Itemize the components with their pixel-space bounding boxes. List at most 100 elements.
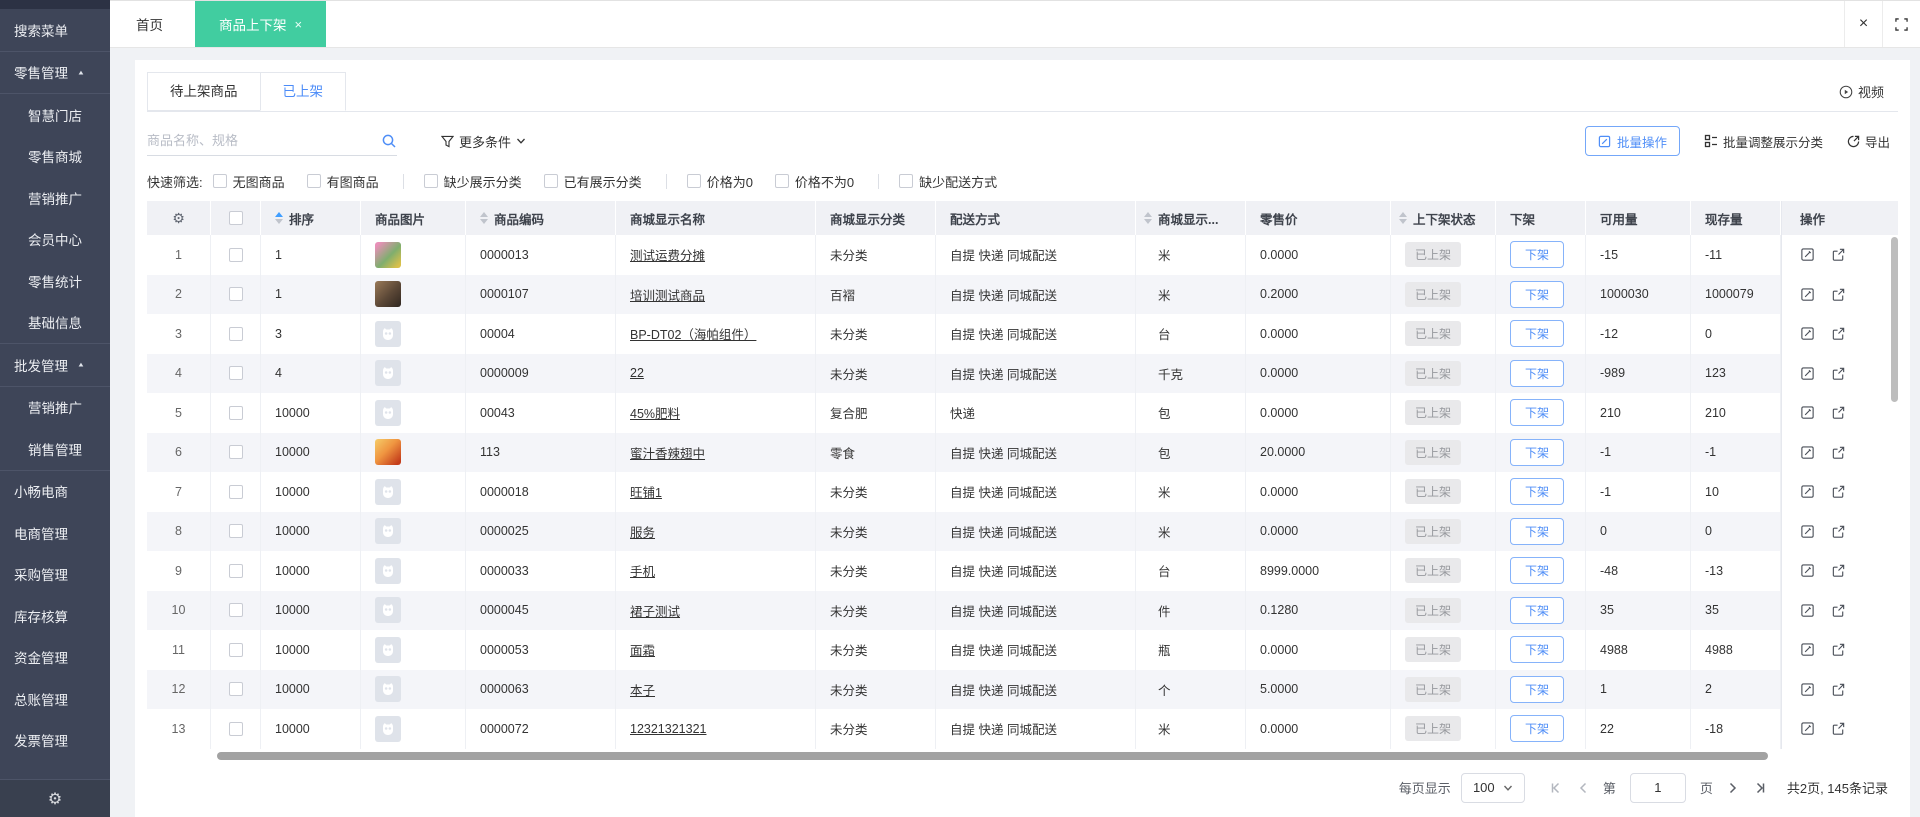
product-name-link[interactable]: 旺铺1 <box>630 482 662 501</box>
row-share-icon[interactable] <box>1831 682 1846 697</box>
row-edit-icon[interactable] <box>1800 247 1815 262</box>
checkbox-icon[interactable] <box>899 174 914 188</box>
checkbox-icon[interactable] <box>306 174 321 188</box>
sidebar-item-item[interactable]: 库存核算 <box>0 595 110 637</box>
row-edit-icon[interactable] <box>1800 721 1815 736</box>
per-page-select[interactable]: 100 <box>1460 772 1525 803</box>
product-image[interactable] <box>375 636 401 663</box>
sidebar-item-section[interactable]: 零售管理 ▲ <box>0 52 110 94</box>
sidebar-item-item[interactable]: 发票管理 <box>0 720 110 762</box>
select-all-checkbox[interactable] <box>228 211 243 225</box>
sidebar-item-sub[interactable]: 零售统计 <box>0 260 110 302</box>
row-edit-icon[interactable] <box>1800 484 1815 499</box>
sidebar-item-sub[interactable]: 基础信息 <box>0 302 110 344</box>
sidebar-item-sub[interactable]: 销售管理 <box>0 428 110 470</box>
row-share-icon[interactable] <box>1831 445 1846 460</box>
sort-carets-icon[interactable] <box>480 212 488 224</box>
checkbox-icon[interactable] <box>686 174 701 188</box>
fullscreen-icon[interactable] <box>1882 1 1920 47</box>
row-checkbox[interactable] <box>228 445 243 460</box>
row-share-icon[interactable] <box>1831 603 1846 618</box>
product-image[interactable] <box>375 597 401 624</box>
close-tab-icon[interactable]: × <box>295 17 303 32</box>
sort-carets-icon[interactable] <box>1399 212 1407 224</box>
product-image[interactable] <box>375 715 401 742</box>
sidebar-item-sub[interactable]: 营销推广 <box>0 387 110 429</box>
sort-carets-icon[interactable] <box>1144 212 1152 224</box>
row-share-icon[interactable] <box>1831 484 1846 499</box>
sidebar-item-item[interactable]: 搜索菜单 <box>0 9 110 51</box>
row-checkbox[interactable] <box>228 287 243 302</box>
delist-button[interactable]: 下架 <box>1510 359 1565 387</box>
sidebar-item-sub[interactable]: 零售商城 <box>0 136 110 178</box>
close-icon[interactable]: × <box>1844 1 1882 47</box>
last-page-icon[interactable] <box>1753 781 1767 795</box>
row-share-icon[interactable] <box>1831 287 1846 302</box>
prev-page-icon[interactable] <box>1577 781 1589 795</box>
search-input[interactable] <box>147 133 381 148</box>
delist-button[interactable]: 下架 <box>1510 675 1565 703</box>
row-checkbox[interactable] <box>228 563 243 578</box>
next-page-icon[interactable] <box>1727 781 1739 795</box>
product-name-link[interactable]: BP-DT02（海帕组件） <box>630 324 756 343</box>
search-icon[interactable] <box>381 133 397 149</box>
row-share-icon[interactable] <box>1831 524 1846 539</box>
sidebar-item-section[interactable]: 批发管理 ▲ <box>0 344 110 386</box>
row-edit-icon[interactable] <box>1800 642 1815 657</box>
quick-filter-checkbox[interactable]: 无图商品 <box>212 172 285 191</box>
product-name-link[interactable]: 22 <box>630 366 644 380</box>
product-name-link[interactable]: 测试运费分摊 <box>630 245 705 264</box>
delist-button[interactable]: 下架 <box>1510 438 1565 466</box>
more-conditions-button[interactable]: 更多条件 <box>441 132 526 151</box>
product-name-link[interactable]: 手机 <box>630 561 655 580</box>
product-image[interactable] <box>375 241 401 268</box>
row-checkbox[interactable] <box>228 484 243 499</box>
tab-product-listing[interactable]: 商品上下架 × <box>195 1 327 47</box>
column-settings-gear-icon[interactable]: ⚙ <box>172 210 185 227</box>
row-edit-icon[interactable] <box>1800 682 1815 697</box>
export-button[interactable]: 导出 <box>1847 132 1890 151</box>
row-checkbox[interactable] <box>228 405 243 420</box>
checkbox-icon[interactable] <box>774 174 789 188</box>
sidebar-item-item[interactable]: 总账管理 <box>0 678 110 720</box>
product-image[interactable] <box>375 281 401 308</box>
first-page-icon[interactable] <box>1549 781 1563 795</box>
delist-button[interactable]: 下架 <box>1510 636 1565 664</box>
product-name-link[interactable]: 服务 <box>630 522 655 541</box>
checkbox-icon[interactable] <box>423 174 438 188</box>
quick-filter-checkbox[interactable]: 价格为0 <box>686 172 753 191</box>
row-share-icon[interactable] <box>1831 642 1846 657</box>
quick-filter-checkbox[interactable]: 已有展示分类 <box>543 172 642 191</box>
header-status[interactable]: 上下架状态 <box>1413 209 1476 228</box>
delist-button[interactable]: 下架 <box>1510 715 1565 743</box>
row-checkbox[interactable] <box>228 247 243 262</box>
row-checkbox[interactable] <box>228 524 243 539</box>
batch-adjust-category-button[interactable]: 批量调整展示分类 <box>1704 132 1823 151</box>
quick-filter-checkbox[interactable]: 缺少展示分类 <box>423 172 522 191</box>
settings-gear-icon[interactable]: ⚙ <box>48 789 62 809</box>
row-share-icon[interactable] <box>1831 326 1846 341</box>
horizontal-scrollbar[interactable] <box>217 751 1768 760</box>
product-name-link[interactable]: 培训测试商品 <box>630 285 705 304</box>
row-checkbox[interactable] <box>228 682 243 697</box>
checkbox-icon[interactable] <box>212 174 227 188</box>
product-name-link[interactable]: 45%肥料 <box>630 403 680 422</box>
tab-pending-products[interactable]: 待上架商品 <box>147 72 261 111</box>
video-link[interactable]: 视频 <box>1839 82 1884 101</box>
header-code[interactable]: 商品编码 <box>494 209 544 228</box>
product-name-link[interactable]: 本子 <box>630 680 655 699</box>
delist-button[interactable]: 下架 <box>1510 320 1565 348</box>
quick-filter-checkbox[interactable]: 缺少配送方式 <box>899 172 997 191</box>
row-edit-icon[interactable] <box>1800 405 1815 420</box>
row-share-icon[interactable] <box>1831 563 1846 578</box>
product-image[interactable] <box>375 360 401 387</box>
row-edit-icon[interactable] <box>1800 326 1815 341</box>
quick-filter-checkbox[interactable]: 有图商品 <box>306 172 379 191</box>
delist-button[interactable]: 下架 <box>1510 517 1565 545</box>
delist-button[interactable]: 下架 <box>1510 399 1565 427</box>
sidebar-item-item[interactable]: 采购管理 <box>0 554 110 596</box>
row-edit-icon[interactable] <box>1800 603 1815 618</box>
product-name-link[interactable]: 蜜汁香辣翅中 <box>630 443 705 462</box>
header-unit[interactable]: 商城显示... <box>1158 209 1218 228</box>
product-name-link[interactable]: 面霜 <box>630 640 655 659</box>
